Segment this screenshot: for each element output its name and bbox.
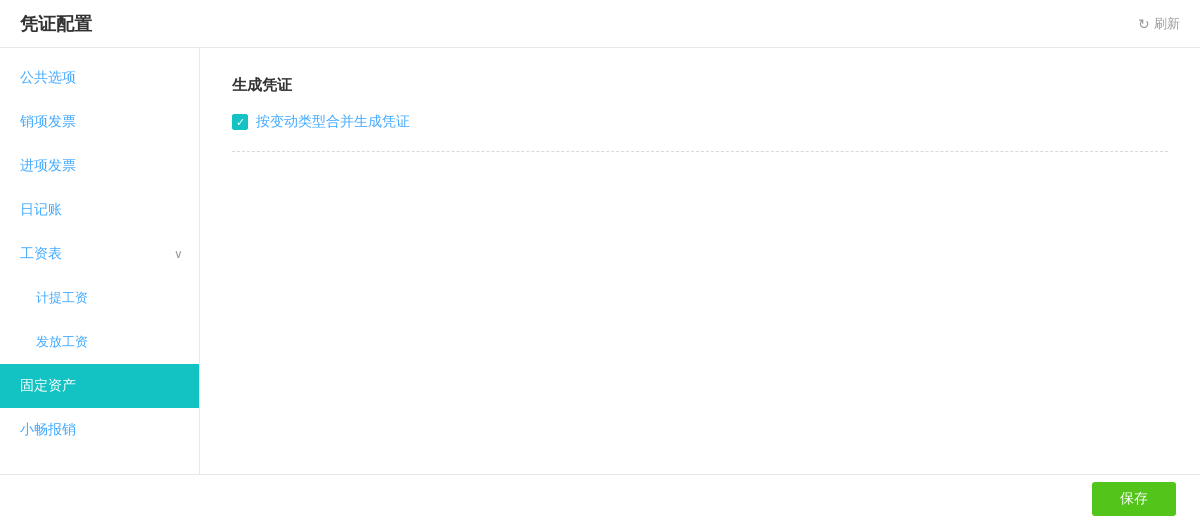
merge-by-type-label: 按变动类型合并生成凭证 — [256, 113, 410, 131]
sidebar-item-journal[interactable]: 日记账 — [0, 188, 199, 232]
refresh-label: 刷新 — [1154, 15, 1180, 33]
page-footer: 保存 — [0, 474, 1200, 522]
page-header: 凭证配置 ↻ 刷新 — [0, 0, 1200, 48]
sidebar-item-purchase-invoice[interactable]: 进项发票 — [0, 144, 199, 188]
main-layout: 公共选项 销项发票 进项发票 日记账 工资表 ∨ 计提工资 发放工资 固定资产 … — [0, 48, 1200, 474]
sidebar-item-payroll-table[interactable]: 工资表 ∨ — [0, 232, 199, 276]
content-area: 生成凭证 按变动类型合并生成凭证 — [200, 48, 1200, 474]
sidebar: 公共选项 销项发票 进项发票 日记账 工资表 ∨ 计提工资 发放工资 固定资产 … — [0, 48, 200, 474]
merge-by-type-checkbox[interactable] — [232, 114, 248, 130]
chevron-down-icon: ∨ — [174, 247, 183, 261]
refresh-icon: ↻ — [1138, 16, 1150, 32]
checkbox-row: 按变动类型合并生成凭证 — [232, 113, 1168, 131]
refresh-button[interactable]: ↻ 刷新 — [1138, 15, 1180, 33]
sidebar-item-petty-expense[interactable]: 小畅报销 — [0, 408, 199, 452]
sidebar-item-public-options[interactable]: 公共选项 — [0, 56, 199, 100]
sidebar-item-fixed-assets[interactable]: 固定资产 — [0, 364, 199, 408]
section-title: 生成凭证 — [232, 76, 1168, 95]
sidebar-item-sales-invoice[interactable]: 销项发票 — [0, 100, 199, 144]
page-title: 凭证配置 — [20, 12, 92, 36]
sidebar-item-payroll-distribution[interactable]: 发放工资 — [0, 320, 199, 364]
save-button[interactable]: 保存 — [1092, 482, 1176, 516]
section-divider — [232, 151, 1168, 152]
sidebar-item-payroll-accrual[interactable]: 计提工资 — [0, 276, 199, 320]
